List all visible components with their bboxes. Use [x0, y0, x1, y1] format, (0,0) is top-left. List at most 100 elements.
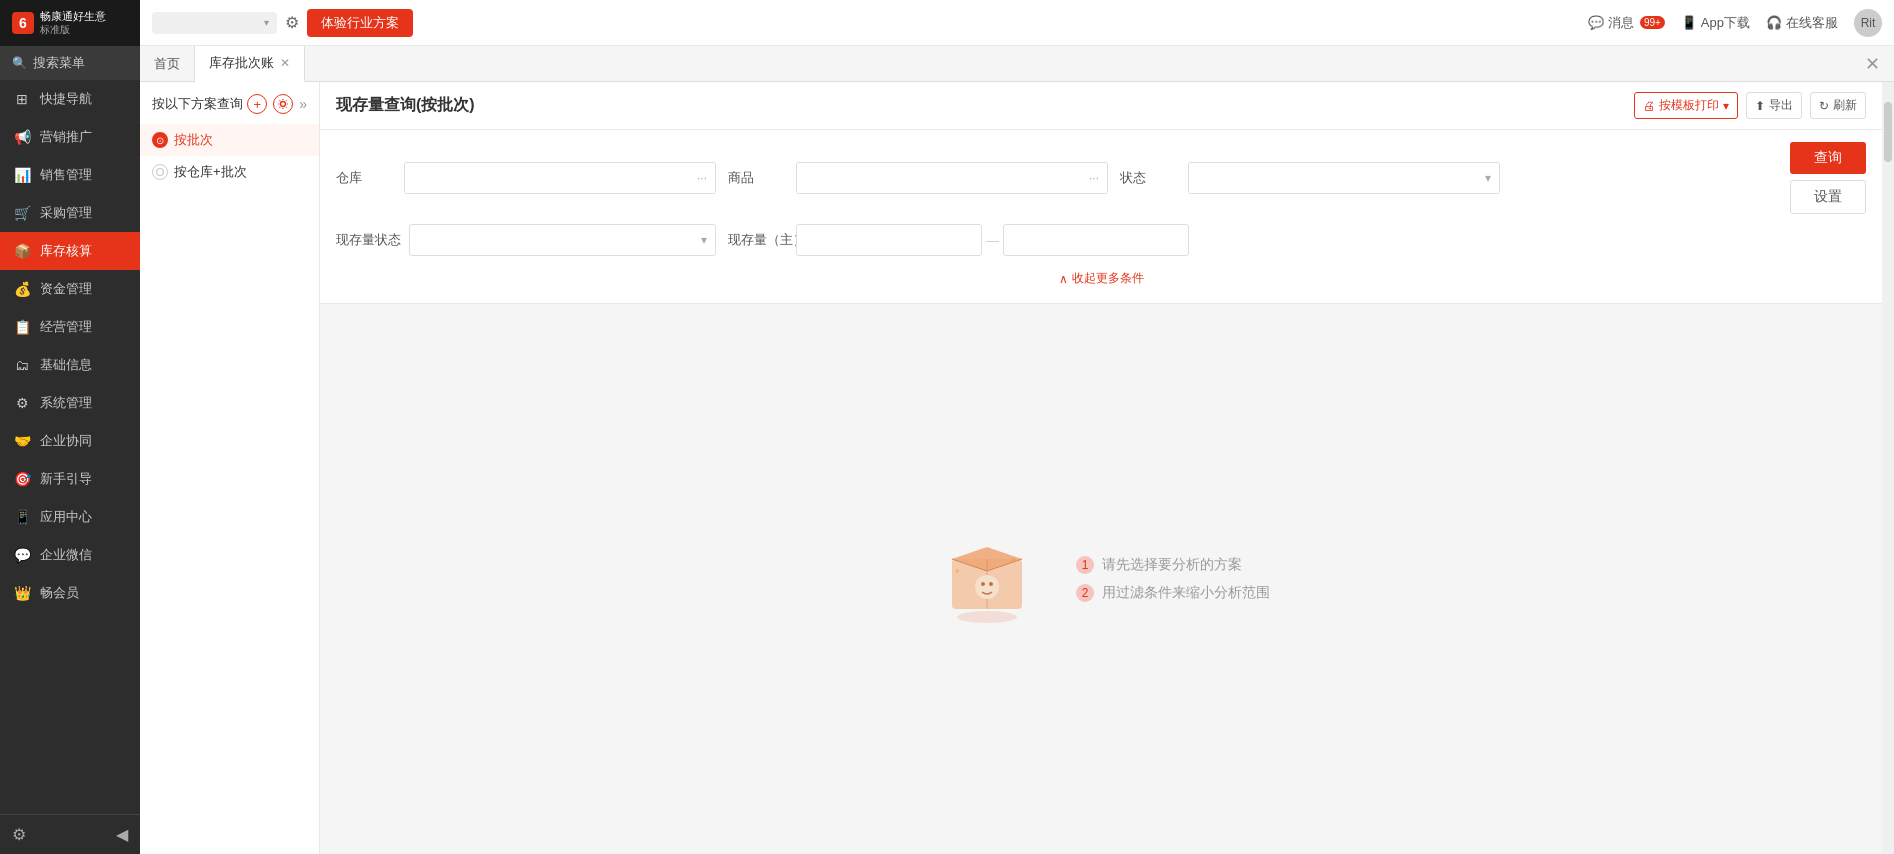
goods-more-icon[interactable]: ··· [1089, 171, 1099, 185]
topbar-search-wrap[interactable]: ▾ [152, 12, 277, 34]
sidebar-item-enterprise[interactable]: 🤝 企业协同 [0, 422, 140, 460]
tab-inventory-batch-label: 库存批次账 [209, 54, 274, 72]
page-title: 现存量查询(按批次) [336, 95, 475, 116]
status-label: 状态 [1120, 169, 1180, 187]
svg-text:✦: ✦ [1010, 555, 1018, 566]
message-label: 消息 [1608, 14, 1634, 32]
sidebar-item-wechat[interactable]: 💬 企业微信 [0, 536, 140, 574]
stock-status-label: 现存量状态 [336, 231, 401, 249]
try-industry-button[interactable]: 体验行业方案 [307, 9, 413, 37]
print-button[interactable]: 🖨 按模板打印 ▾ [1634, 92, 1738, 119]
search-icon: 🔍 [12, 56, 27, 70]
purchase-icon: 🛒 [12, 205, 32, 221]
goods-input-wrap[interactable]: ··· [796, 162, 1108, 194]
message-button[interactable]: 💬 消息 99+ [1588, 14, 1665, 32]
sidebar-settings-icon[interactable]: ⚙ [12, 825, 26, 844]
topbar-gear-icon[interactable]: ⚙ [285, 13, 299, 32]
sidebar-item-shortcut[interactable]: ⊞ 快捷导航 [0, 80, 140, 118]
tab-home-label: 首页 [154, 55, 180, 73]
scheme-item-batch[interactable]: ⊙ 按批次 [140, 124, 319, 156]
stock-qty-to-input[interactable] [1012, 233, 1180, 248]
sidebar-item-operations[interactable]: 📋 经营管理 [0, 308, 140, 346]
topbar-chevron-icon[interactable]: ▾ [264, 17, 269, 28]
sidebar-item-label: 营销推广 [40, 128, 92, 146]
status-arrow-icon: ▾ [1485, 171, 1491, 185]
tab-home[interactable]: 首页 [140, 46, 195, 82]
collapse-filter-button[interactable]: ∧ 收起更多条件 [336, 266, 1866, 291]
member-icon: 👑 [12, 585, 32, 601]
sidebar-item-purchase[interactable]: 🛒 采购管理 [0, 194, 140, 232]
goods-input[interactable] [805, 171, 1089, 186]
print-chevron-icon[interactable]: ▾ [1723, 99, 1729, 113]
stock-qty-to-wrap[interactable] [1003, 224, 1189, 256]
warehouse-input[interactable] [413, 171, 697, 186]
tab-close-icon[interactable]: ✕ [280, 56, 290, 70]
filter-warehouse: 仓库 ··· [336, 162, 716, 194]
sidebar-item-inventory[interactable]: 📦 库存核算 [0, 232, 140, 270]
stock-qty-from-wrap[interactable] [796, 224, 982, 256]
sidebar-item-appcenter[interactable]: 📱 应用中心 [0, 498, 140, 536]
stock-qty-from-input[interactable] [805, 233, 973, 248]
stock-status-select[interactable]: ▾ [409, 224, 716, 256]
message-badge: 99+ [1640, 16, 1665, 29]
sidebar-item-label: 资金管理 [40, 280, 92, 298]
sidebar: 6 畅康通好生意 标准版 🔍 搜索菜单 ⊞ 快捷导航 📢 营销推广 📊 销售管理… [0, 0, 140, 854]
sidebar-item-finance[interactable]: 💰 资金管理 [0, 270, 140, 308]
sidebar-collapse-icon[interactable]: ◀ [116, 825, 128, 844]
scheme-panel-title: 按以下方案查询 [152, 95, 243, 113]
sidebar-item-label: 新手引导 [40, 470, 92, 488]
step-2-num: 2 [1076, 584, 1094, 602]
sidebar-item-member[interactable]: 👑 畅会员 [0, 574, 140, 612]
empty-texts: 1 请先选择要分析的方案 2 用过滤条件来缩小分析范围 [1076, 556, 1270, 602]
tab-panel-close-button[interactable]: ✕ [1851, 53, 1894, 75]
warehouse-label: 仓库 [336, 169, 396, 187]
user-avatar[interactable]: Rit [1854, 9, 1882, 37]
sidebar-item-marketing[interactable]: 📢 营销推广 [0, 118, 140, 156]
scheme-collapse-button[interactable]: » [299, 96, 307, 112]
app-name: 畅康通好生意 [40, 9, 106, 23]
scheme-settings-button[interactable] [273, 94, 293, 114]
filter-row-2: 现存量状态 ▾ 现存量（主） — [336, 224, 1866, 256]
warehouse-more-icon[interactable]: ··· [697, 171, 707, 185]
sidebar-item-label: 畅会员 [40, 584, 79, 602]
empty-step-1: 1 请先选择要分析的方案 [1076, 556, 1270, 574]
sidebar-item-system[interactable]: ⚙ 系统管理 [0, 384, 140, 422]
sidebar-item-label: 快捷导航 [40, 90, 92, 108]
topbar: ▾ ⚙ 体验行业方案 💬 消息 99+ 📱 App下载 🎧 在线客服 Rit [140, 0, 1894, 46]
online-service-button[interactable]: 🎧 在线客服 [1766, 14, 1838, 32]
scrollbar[interactable] [1882, 82, 1894, 854]
finance-icon: 💰 [12, 281, 32, 297]
topbar-search-input[interactable] [160, 16, 260, 30]
collapse-icon: ∧ [1059, 272, 1068, 286]
step-1-text: 请先选择要分析的方案 [1102, 556, 1242, 574]
app-download-button[interactable]: 📱 App下载 [1681, 14, 1750, 32]
scheme-panel: 按以下方案查询 + » ⊙ 按批次 按仓库+批次 [140, 82, 320, 854]
query-btn-col: 查询 设置 [1790, 142, 1866, 214]
tab-inventory-batch[interactable]: 库存批次账 ✕ [195, 46, 305, 82]
empty-illustration: ✦ ✦ [932, 519, 1042, 629]
empty-icon-wrap: ✦ ✦ [932, 519, 1052, 639]
sidebar-item-label: 采购管理 [40, 204, 92, 222]
sidebar-item-label: 企业微信 [40, 546, 92, 564]
svg-point-1 [157, 169, 164, 176]
refresh-button[interactable]: ↻ 刷新 [1810, 92, 1866, 119]
collapse-label: 收起更多条件 [1072, 270, 1144, 287]
sidebar-item-label: 应用中心 [40, 508, 92, 526]
sidebar-search[interactable]: 🔍 搜索菜单 [0, 46, 140, 80]
status-select[interactable]: ▾ [1188, 162, 1500, 194]
sidebar-item-newbie[interactable]: 🎯 新手引导 [0, 460, 140, 498]
filter-area: 仓库 ··· 商品 ··· 状态 [320, 130, 1882, 304]
query-button[interactable]: 查询 [1790, 142, 1866, 174]
warehouse-input-wrap[interactable]: ··· [404, 162, 716, 194]
sidebar-item-basics[interactable]: 🗂 基础信息 [0, 346, 140, 384]
scheme-add-button[interactable]: + [247, 94, 267, 114]
scheme-item-warehouse-batch[interactable]: 按仓库+批次 [140, 156, 319, 188]
sidebar-item-label: 销售管理 [40, 166, 92, 184]
sidebar-item-sales[interactable]: 📊 销售管理 [0, 156, 140, 194]
app-version: 标准版 [40, 23, 106, 37]
export-button[interactable]: ⬆ 导出 [1746, 92, 1802, 119]
sidebar-item-label: 企业协同 [40, 432, 92, 450]
settings-button[interactable]: 设置 [1790, 180, 1866, 214]
marketing-icon: 📢 [12, 129, 32, 145]
scrollbar-thumb[interactable] [1884, 102, 1892, 162]
